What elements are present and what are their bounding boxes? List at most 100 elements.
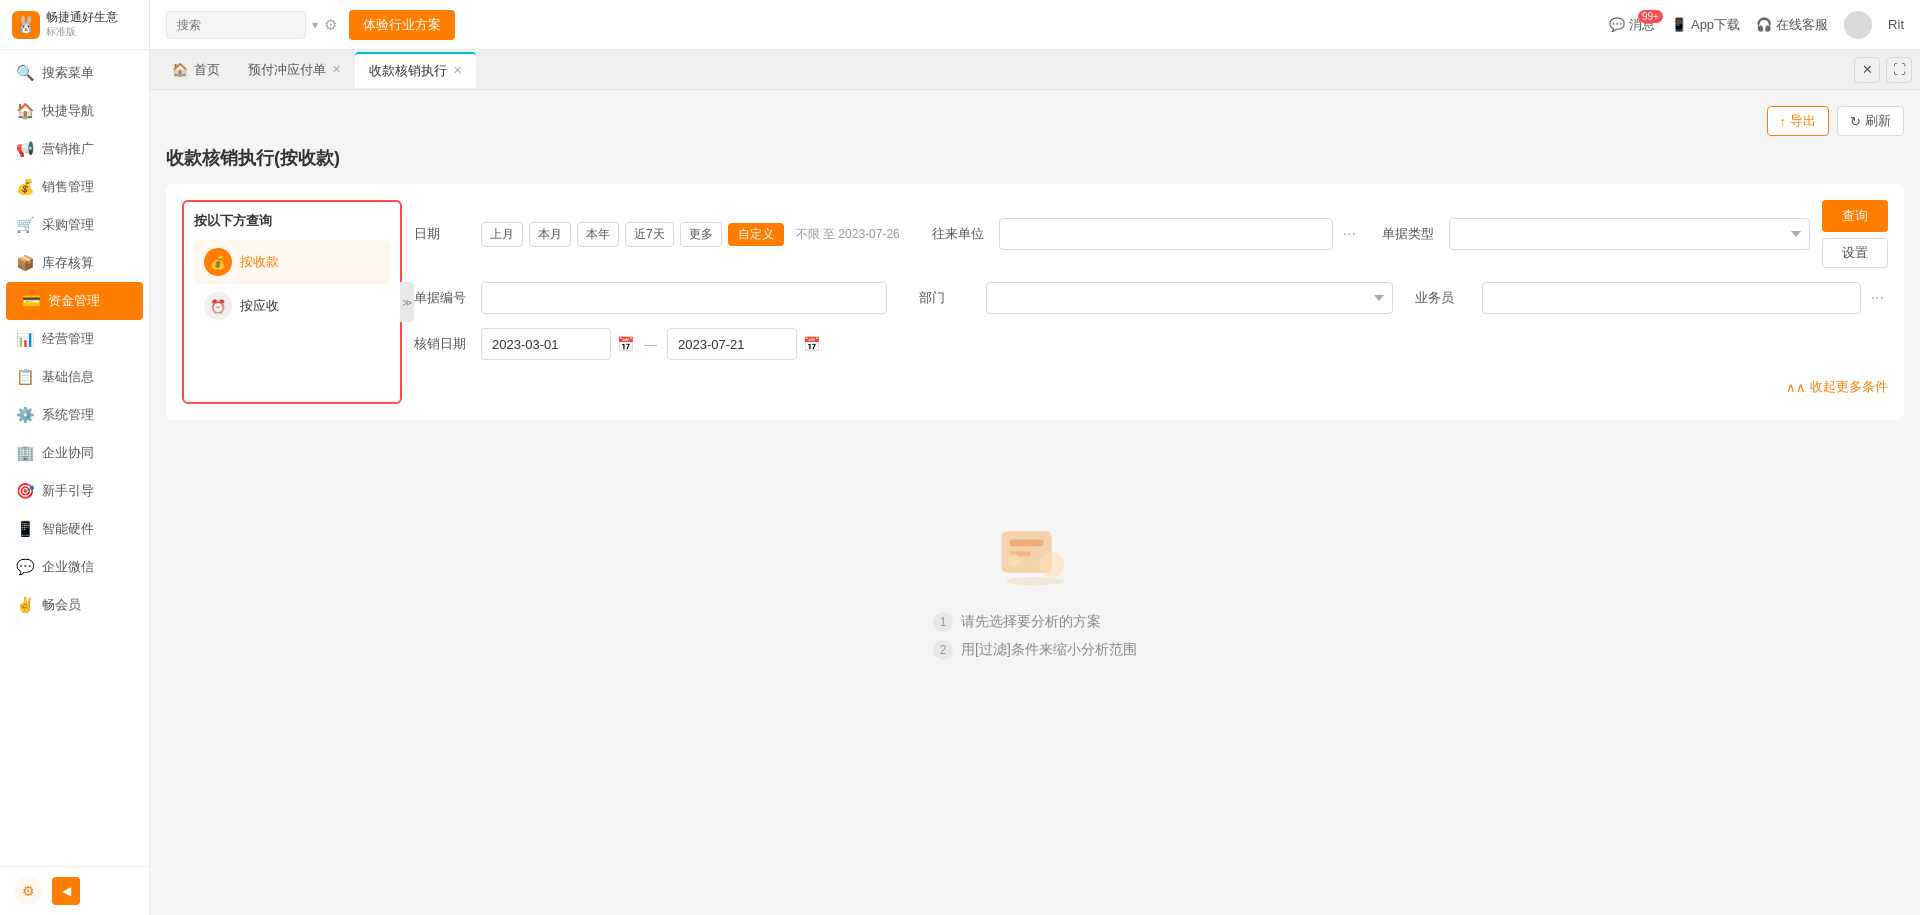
tab-receipt-verify-label: 收款核销执行 — [369, 62, 447, 80]
tab-close-all-button[interactable]: ✕ — [1854, 57, 1880, 83]
date-custom-button[interactable]: 自定义 — [728, 223, 784, 246]
tab-receipt-verify-close[interactable]: ✕ — [453, 64, 462, 77]
tab-bar: 🏠 首页 预付冲应付单 ✕ 收款核销执行 ✕ ✕ ⛶ — [150, 50, 1920, 90]
member-icon: ✌️ — [16, 596, 34, 614]
sidebar-item-wechat[interactable]: 💬 企业微信 — [0, 548, 149, 586]
receivable-option-icon: ⏰ — [204, 292, 232, 320]
dept-label: 部门 — [919, 289, 974, 307]
date-range-text: 不限 至 2023-07-26 — [796, 226, 900, 243]
industry-solution-button[interactable]: 体验行业方案 — [349, 10, 455, 40]
sidebar-item-member[interactable]: ✌️ 畅会员 — [0, 586, 149, 624]
sidebar-item-search-menu[interactable]: 🔍 搜索菜单 — [0, 54, 149, 92]
staff-label: 业务员 — [1415, 289, 1470, 307]
sidebar-item-system[interactable]: ⚙️ 系统管理 — [0, 396, 149, 434]
sidebar-item-guide[interactable]: 🎯 新手引导 — [0, 472, 149, 510]
tab-prepay-label: 预付冲应付单 — [248, 61, 326, 79]
sidebar-label-hardware: 智能硬件 — [42, 520, 94, 538]
sidebar-label-sales: 销售管理 — [42, 178, 94, 196]
quick-nav-icon: 🏠 — [16, 102, 34, 120]
filter-option-by-receivable[interactable]: ⏰ 按应收 — [194, 284, 390, 328]
sidebar-item-operation[interactable]: 📊 经营管理 — [0, 320, 149, 358]
filter-left-panel: 按以下方查询 💰 按收款 ⏰ 按应收 ≫ — [182, 200, 402, 404]
sidebar-item-capital[interactable]: 💳 资金管理 — [6, 282, 143, 320]
header-chevron-icon[interactable]: ▾ — [312, 18, 318, 32]
sidebar-label-member: 畅会员 — [42, 596, 81, 614]
sidebar-item-hardware[interactable]: 📱 智能硬件 — [0, 510, 149, 548]
tab-home[interactable]: 🏠 首页 — [158, 53, 234, 87]
staff-input[interactable] — [1482, 282, 1861, 314]
doc-no-label: 单据编号 — [414, 289, 469, 307]
empty-tip-2: 2 用[过滤]条件来缩小分析范围 — [933, 640, 1137, 660]
export-icon: ↑ — [1780, 114, 1787, 129]
date-last-month-button[interactable]: 上月 — [481, 222, 523, 247]
header-search-area: ▾ ⚙ — [166, 11, 337, 39]
doc-type-select[interactable] — [1449, 218, 1810, 250]
tab-receipt-verify[interactable]: 收款核销执行 ✕ — [355, 52, 476, 88]
date-this-year-button[interactable]: 本年 — [577, 222, 619, 247]
receipt-option-label: 按收款 — [240, 253, 279, 271]
doc-no-input[interactable] — [481, 282, 887, 314]
sidebar-item-enterprise[interactable]: 🏢 企业协同 — [0, 434, 149, 472]
doc-type-label: 单据类型 — [1382, 225, 1437, 243]
tab-prepay-close[interactable]: ✕ — [332, 63, 341, 76]
verify-date-start-input[interactable] — [481, 328, 611, 360]
filter-layout: 按以下方查询 💰 按收款 ⏰ 按应收 ≫ 日期 — [182, 200, 1888, 404]
sales-icon: 💰 — [16, 178, 34, 196]
date-more-button[interactable]: 更多 — [680, 222, 722, 247]
tab-fullscreen-button[interactable]: ⛶ — [1886, 57, 1912, 83]
empty-illustration — [985, 512, 1085, 592]
svg-point-4 — [1008, 554, 1021, 567]
verify-date-end-calendar-icon[interactable]: 📅 — [803, 336, 820, 352]
sidebar-label-inventory: 库存核算 — [42, 254, 94, 272]
app-download-label: App下载 — [1691, 16, 1740, 34]
inventory-icon: 📦 — [16, 254, 34, 272]
empty-tip-1-text: 请先选择要分析的方案 — [961, 613, 1101, 631]
tab-prepay[interactable]: 预付冲应付单 ✕ — [234, 53, 355, 87]
message-button[interactable]: 💬 消息 99+ — [1609, 16, 1655, 34]
sidebar-item-purchase[interactable]: 🛒 采购管理 — [0, 206, 149, 244]
empty-tip-2-text: 用[过滤]条件来缩小分析范围 — [961, 641, 1137, 659]
export-button[interactable]: ↑ 导出 — [1767, 106, 1830, 136]
collapse-more-label: 收起更多条件 — [1810, 378, 1888, 396]
empty-state: 1 请先选择要分析的方案 2 用[过滤]条件来缩小分析范围 — [166, 432, 1904, 740]
online-service-button[interactable]: 🎧 在线客服 — [1756, 16, 1828, 34]
query-button[interactable]: 查询 — [1822, 200, 1888, 232]
app-download-button[interactable]: 📱 App下载 — [1671, 16, 1740, 34]
sidebar-item-sales[interactable]: 💰 销售管理 — [0, 168, 149, 206]
refresh-label: 刷新 — [1865, 112, 1891, 130]
header-gear-icon[interactable]: ⚙ — [324, 16, 337, 34]
counterpart-input[interactable] — [999, 218, 1333, 250]
filter-option-by-receipt[interactable]: 💰 按收款 — [194, 240, 390, 284]
date-7days-button[interactable]: 近7天 — [625, 222, 674, 247]
sidebar-item-quick-nav[interactable]: 🏠 快捷导航 — [0, 92, 149, 130]
sidebar-label-operation: 经营管理 — [42, 330, 94, 348]
sidebar-settings-btn[interactable]: ⚙ — [14, 877, 42, 905]
refresh-button[interactable]: ↻ 刷新 — [1837, 106, 1904, 136]
sidebar-item-inventory[interactable]: 📦 库存核算 — [0, 244, 149, 282]
filter-panel-collapse-button[interactable]: ≫ — [400, 282, 414, 322]
counterpart-ellipsis-icon[interactable]: ··· — [1339, 225, 1360, 243]
collapse-chevron-icon: ∧∧ — [1786, 380, 1806, 395]
sidebar-nav: 🔍 搜索菜单 🏠 快捷导航 📢 营销推广 💰 销售管理 🛒 采购管理 📦 库存核… — [0, 50, 149, 866]
filter-row-2: 单据编号 部门 业务员 ··· — [414, 282, 1888, 314]
sidebar-item-basic-info[interactable]: 📋 基础信息 — [0, 358, 149, 396]
verify-date-label: 核销日期 — [414, 335, 469, 353]
staff-input-group: ··· — [1482, 282, 1888, 314]
doc-type-select-group — [1449, 218, 1810, 250]
svg-point-3 — [1039, 552, 1064, 577]
verify-date-start-calendar-icon[interactable]: 📅 — [617, 336, 634, 352]
header-search-input[interactable] — [166, 11, 306, 39]
page-top-actions: ↑ 导出 ↻ 刷新 — [166, 106, 1904, 136]
sidebar-item-marketing[interactable]: 📢 营销推广 — [0, 130, 149, 168]
verify-date-end-input[interactable] — [667, 328, 797, 360]
system-icon: ⚙️ — [16, 406, 34, 424]
date-this-month-button[interactable]: 本月 — [529, 222, 571, 247]
sidebar-collapse-button[interactable]: ◀ — [52, 877, 80, 905]
sidebar-label-guide: 新手引导 — [42, 482, 94, 500]
staff-ellipsis-icon[interactable]: ··· — [1867, 289, 1888, 307]
collapse-more-button[interactable]: ∧∧ 收起更多条件 — [414, 374, 1888, 404]
user-name[interactable]: Rit — [1888, 17, 1904, 32]
setting-button[interactable]: 设置 — [1822, 238, 1888, 268]
filter-right-form: 日期 上月 本月 本年 近7天 更多 自定义 不限 至 2023-07-26 往… — [414, 200, 1888, 404]
dept-select[interactable] — [986, 282, 1392, 314]
